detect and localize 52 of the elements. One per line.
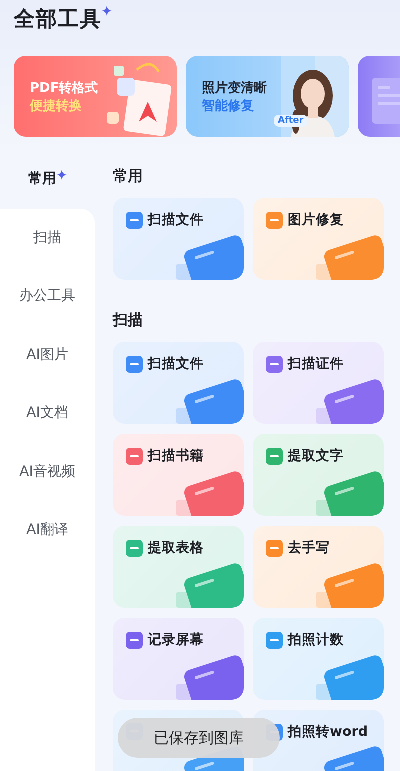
tilted-card-drawing <box>314 654 384 700</box>
tool-card[interactable]: 拍照计数 <box>253 618 384 700</box>
sidebar-item[interactable]: AI图片 <box>0 326 95 384</box>
banner-subtitle: 智能修复 <box>202 98 255 116</box>
after-badge: After <box>274 115 308 127</box>
tool-label: 拍照转word <box>288 723 368 741</box>
promo-banner[interactable]: 照片变清晰 智能修复 After <box>186 56 349 137</box>
sidebar-item[interactable]: 扫描 <box>0 208 95 267</box>
tool-label: 扫描证件 <box>288 355 344 373</box>
tool-label: 去手写 <box>288 539 330 557</box>
sidebar-item[interactable]: AI文档 <box>0 384 95 442</box>
document-drawing <box>372 78 400 124</box>
tool-label: 图片修复 <box>288 211 344 229</box>
tool-label: 提取文字 <box>288 447 344 465</box>
banner-subtitle: 便捷转换 <box>30 98 83 116</box>
tilted-card-drawing <box>174 470 244 516</box>
tilted-card-drawing <box>314 234 384 280</box>
sidebar-item[interactable]: 办公工具 <box>0 267 95 326</box>
sparkle-icon <box>102 6 112 16</box>
page-title: 全部工具 <box>14 6 102 33</box>
tilted-card-drawing <box>314 470 384 516</box>
tool-card[interactable]: 扫描证件 <box>253 342 384 424</box>
tool-label: 提取表格 <box>148 539 204 557</box>
tool-label: 拍照计数 <box>288 631 344 649</box>
saved-toast: 已保存到图库 <box>118 718 280 758</box>
tool-card[interactable]: 扫描书籍 <box>113 434 244 516</box>
tilted-card-drawing <box>174 234 244 280</box>
tool-card[interactable]: 提取表格 <box>113 526 244 608</box>
tool-label: 扫描文件 <box>148 211 204 229</box>
tool-card[interactable]: 扫描文件 <box>113 342 244 424</box>
banner-title: 照片变清晰 <box>202 80 267 98</box>
tool-card[interactable]: 去手写 <box>253 526 384 608</box>
tilted-card-drawing <box>174 378 244 424</box>
tool-label: 记录屏幕 <box>148 631 204 649</box>
tilted-card-drawing <box>314 562 384 608</box>
sidebar-item[interactable]: 常用 <box>0 150 95 208</box>
section-heading: 常用 <box>113 166 144 186</box>
sidebar-item[interactable]: AI翻译 <box>0 501 95 560</box>
section-heading: 扫描 <box>113 310 144 330</box>
tool-label: 扫描文件 <box>148 355 204 373</box>
tool-card[interactable]: 记录屏幕 <box>113 618 244 700</box>
tilted-card-drawing <box>174 562 244 608</box>
tilted-card-drawing <box>314 378 384 424</box>
banner-title: PDF转格式 <box>30 80 98 98</box>
sparkle-icon <box>56 170 66 180</box>
tilted-card-drawing <box>174 654 244 700</box>
sidebar-item[interactable]: AI音视频 <box>0 442 95 501</box>
tool-card[interactable]: 提取文字 <box>253 434 384 516</box>
tool-card[interactable]: 扫描文件 <box>113 198 244 280</box>
tool-card[interactable]: 图片修复 <box>253 198 384 280</box>
tool-label: 扫描书籍 <box>148 447 204 465</box>
promo-banner[interactable] <box>358 56 400 137</box>
